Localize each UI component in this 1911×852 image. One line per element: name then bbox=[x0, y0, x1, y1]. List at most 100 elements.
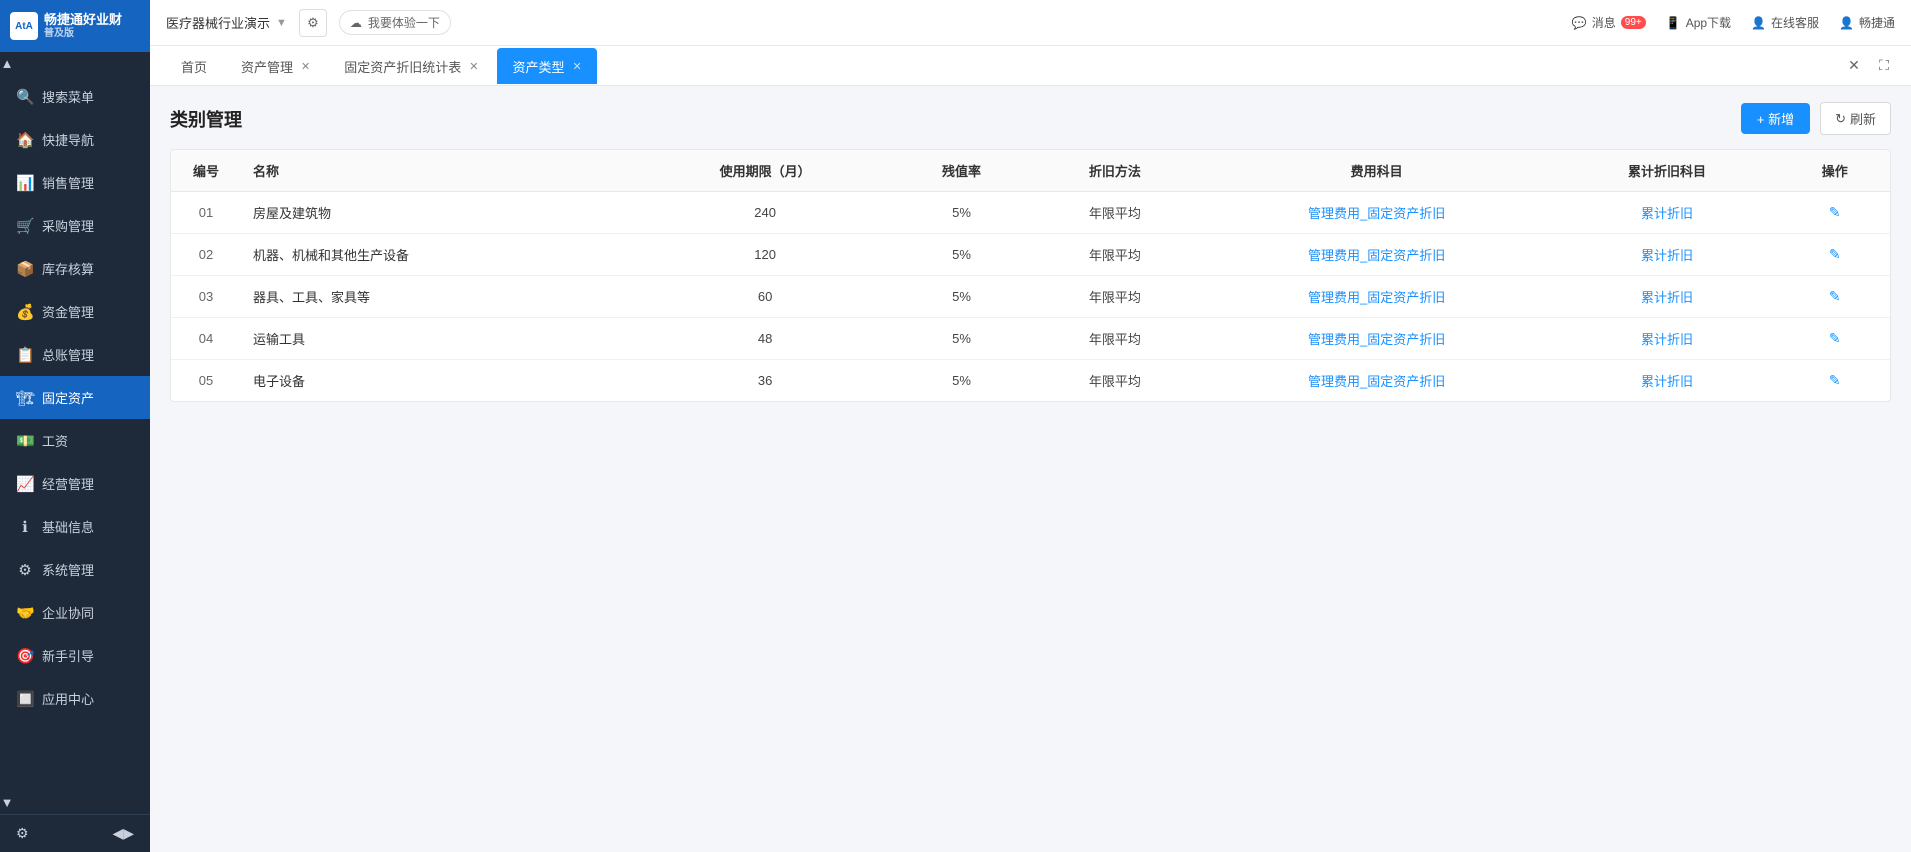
sidebar-item-11[interactable]: ⚙系统管理 bbox=[0, 548, 150, 591]
edit-icon-3[interactable]: ✎ bbox=[1829, 330, 1841, 346]
cell-id-4: 05 bbox=[171, 360, 241, 402]
app-edition: 普及版 bbox=[44, 28, 122, 40]
sidebar-label-11: 系统管理 bbox=[42, 560, 94, 579]
message-badge: 99+ bbox=[1621, 16, 1646, 29]
cell-op-3: ✎ bbox=[1780, 318, 1890, 360]
sidebar-label-7: 固定资产 bbox=[42, 388, 94, 407]
cell-expense-2: 管理费用_固定资产折旧 bbox=[1199, 276, 1555, 318]
edit-icon-2[interactable]: ✎ bbox=[1829, 288, 1841, 304]
sidebar-label-0: 搜索菜单 bbox=[42, 87, 94, 106]
sidebar-icon-4: 📦 bbox=[16, 260, 34, 278]
sidebar-icon-13: 🎯 bbox=[16, 647, 34, 665]
mobile-icon: 📱 bbox=[1666, 16, 1681, 30]
cell-op-2: ✎ bbox=[1780, 276, 1890, 318]
avatar-icon: 👤 bbox=[1839, 16, 1854, 30]
service-icon: 👤 bbox=[1751, 16, 1766, 30]
sidebar-item-4[interactable]: 📦 库存核算 bbox=[0, 247, 150, 290]
cell-accumulated-0: 累计折旧 bbox=[1555, 192, 1780, 234]
sidebar-item-12[interactable]: 🤝企业协同 bbox=[0, 591, 150, 634]
edit-icon-1[interactable]: ✎ bbox=[1829, 246, 1841, 262]
edit-icon-4[interactable]: ✎ bbox=[1829, 372, 1841, 388]
tab-asset-management-label: 资产管理 bbox=[241, 57, 293, 76]
cell-expense-4: 管理费用_固定资产折旧 bbox=[1199, 360, 1555, 402]
table-row: 01 房屋及建筑物 240 5% 年限平均 管理费用_固定资产折旧 累计折旧 ✎ bbox=[171, 192, 1890, 234]
cell-residual-2: 5% bbox=[892, 276, 1031, 318]
cell-accumulated-3: 累计折旧 bbox=[1555, 318, 1780, 360]
tab-asset-type-close-icon[interactable]: ✕ bbox=[573, 60, 582, 73]
sidebar-item-8[interactable]: 💵工资 bbox=[0, 419, 150, 462]
message-button[interactable]: 💬 消息 99+ bbox=[1572, 14, 1646, 31]
logo-icon: AtA bbox=[10, 12, 38, 40]
message-icon: 💬 bbox=[1572, 16, 1587, 30]
scroll-up-arrow[interactable]: ▲ bbox=[0, 52, 14, 75]
new-button[interactable]: + 新增 bbox=[1741, 103, 1810, 134]
edit-icon-0[interactable]: ✎ bbox=[1829, 204, 1841, 220]
sidebar: AtA 畅捷通好业财 普及版 ▲ 🔍搜索菜单🏠快捷导航📊销售管理🛒采购管理 📦 库存… bbox=[0, 0, 150, 852]
cell-name-3: 运输工具 bbox=[241, 318, 638, 360]
sidebar-logo: AtA 畅捷通好业财 普及版 bbox=[0, 0, 150, 52]
app-name: 畅捷通好业财 bbox=[44, 12, 122, 28]
sidebar-item-14[interactable]: 🔲应用中心 bbox=[0, 677, 150, 720]
col-id: 编号 bbox=[171, 150, 241, 192]
user-avatar-button[interactable]: 👤 畅捷通 bbox=[1839, 14, 1895, 31]
sidebar-item-5[interactable]: 💰资金管理 bbox=[0, 290, 150, 333]
tab-asset-management[interactable]: 资产管理 ✕ bbox=[226, 48, 325, 84]
cell-method-4: 年限平均 bbox=[1031, 360, 1199, 402]
cell-residual-4: 5% bbox=[892, 360, 1031, 402]
cell-id-1: 02 bbox=[171, 234, 241, 276]
cell-period-2: 60 bbox=[638, 276, 892, 318]
sidebar-icon-8: 💵 bbox=[16, 432, 34, 450]
settings-gear-button[interactable]: ⚙ bbox=[299, 9, 327, 37]
tab-home[interactable]: 首页 bbox=[166, 48, 222, 84]
sidebar-label-10: 基础信息 bbox=[42, 517, 94, 536]
table-row: 05 电子设备 36 5% 年限平均 管理费用_固定资产折旧 累计折旧 ✎ bbox=[171, 360, 1890, 402]
topbar-left: 医疗器械行业演示 ▼ ⚙ ☁ 我要体验一下 bbox=[166, 9, 451, 37]
sidebar-item-10[interactable]: ℹ基础信息 bbox=[0, 505, 150, 548]
sidebar-footer: ⚙ ◀▶ bbox=[0, 814, 150, 852]
sidebar-item-6[interactable]: 📋总账管理 bbox=[0, 333, 150, 376]
col-period: 使用期限（月） bbox=[638, 150, 892, 192]
tab-asset-management-close-icon[interactable]: ✕ bbox=[301, 60, 310, 73]
tab-depreciation-table[interactable]: 固定资产折旧统计表 ✕ bbox=[329, 48, 493, 84]
cell-name-4: 电子设备 bbox=[241, 360, 638, 402]
table-header-row: 编号 名称 使用期限（月） 残值率 折旧方法 费用科目 累计折旧科目 操作 bbox=[171, 150, 1890, 192]
sidebar-item-0[interactable]: 🔍搜索菜单 bbox=[0, 75, 150, 118]
page-title: 类别管理 bbox=[170, 106, 242, 132]
experience-button[interactable]: ☁ 我要体验一下 bbox=[339, 10, 451, 35]
collapse-icon[interactable]: ◀▶ bbox=[112, 825, 134, 842]
tab-asset-type[interactable]: 资产类型 ✕ bbox=[497, 48, 596, 84]
sidebar-icon-7: 🏗 bbox=[16, 389, 34, 407]
cell-name-2: 器具、工具、家具等 bbox=[241, 276, 638, 318]
sidebar-item-7[interactable]: 🏗 固定资产 bbox=[0, 376, 150, 419]
tab-depreciation-table-close-icon[interactable]: ✕ bbox=[469, 60, 478, 73]
experience-icon: ☁ bbox=[350, 16, 362, 30]
col-operation: 操作 bbox=[1780, 150, 1890, 192]
sidebar-item-1[interactable]: 🏠快捷导航 bbox=[0, 118, 150, 161]
scroll-down-arrow[interactable]: ▼ bbox=[0, 791, 14, 814]
cell-id-2: 03 bbox=[171, 276, 241, 318]
window-maximize-icon[interactable]: ⛶ bbox=[1873, 55, 1895, 77]
online-service-button[interactable]: 👤 在线客服 bbox=[1751, 14, 1819, 31]
cell-method-2: 年限平均 bbox=[1031, 276, 1199, 318]
table-row: 03 器具、工具、家具等 60 5% 年限平均 管理费用_固定资产折旧 累计折旧… bbox=[171, 276, 1890, 318]
page-actions: + 新增 ↻ 刷新 bbox=[1741, 102, 1891, 135]
sidebar-item-3[interactable]: 🛒采购管理 bbox=[0, 204, 150, 247]
sidebar-item-13[interactable]: 🎯新手引导 bbox=[0, 634, 150, 677]
sidebar-label-4: 库存核算 bbox=[42, 259, 94, 278]
sidebar-item-2[interactable]: 📊销售管理 bbox=[0, 161, 150, 204]
sidebar-item-9[interactable]: 📈经营管理 bbox=[0, 462, 150, 505]
refresh-button[interactable]: ↻ 刷新 bbox=[1820, 102, 1891, 135]
cell-name-1: 机器、机械和其他生产设备 bbox=[241, 234, 638, 276]
settings-icon[interactable]: ⚙ bbox=[16, 825, 29, 842]
sidebar-icon-3: 🛒 bbox=[16, 217, 34, 235]
cell-residual-1: 5% bbox=[892, 234, 1031, 276]
refresh-icon: ↻ bbox=[1835, 111, 1846, 127]
app-download-button[interactable]: 📱 App下载 bbox=[1666, 14, 1731, 31]
sidebar-icon-5: 💰 bbox=[16, 303, 34, 321]
cell-period-0: 240 bbox=[638, 192, 892, 234]
tab-depreciation-table-label: 固定资产折旧统计表 bbox=[344, 57, 461, 76]
cell-expense-1: 管理费用_固定资产折旧 bbox=[1199, 234, 1555, 276]
window-close-icon[interactable]: ✕ bbox=[1843, 55, 1865, 77]
project-title[interactable]: 医疗器械行业演示 ▼ bbox=[166, 13, 287, 32]
sidebar-icon-9: 📈 bbox=[16, 475, 34, 493]
